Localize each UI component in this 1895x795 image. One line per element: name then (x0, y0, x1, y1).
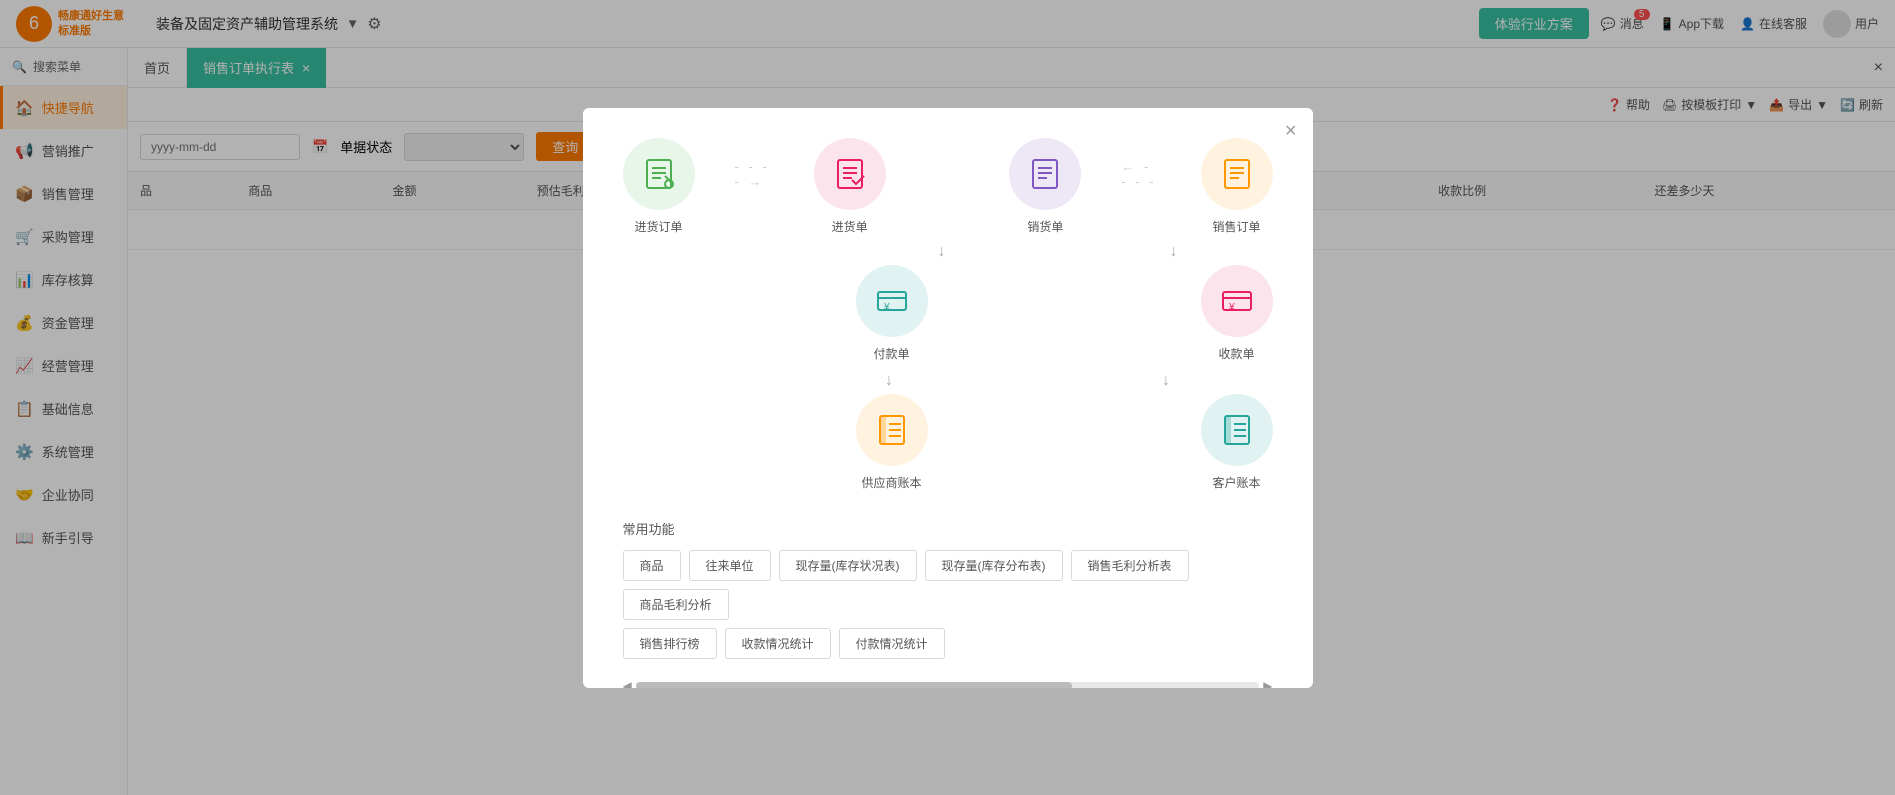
flow-node-supplier-ledger[interactable]: 供应商账本 (856, 394, 928, 491)
function-buttons-row-1: 商品 往来单位 现存量(库存状况表) 现存量(库存分布表) 销售毛利分析表 商品… (623, 550, 1273, 620)
func-btn-receipt-stats[interactable]: 收款情况统计 (725, 628, 831, 659)
receipt-circle: ¥ (1201, 265, 1273, 337)
v-arrow-receipt: ↓ (1130, 372, 1202, 390)
flow-node-receipt[interactable]: ¥ 收款单 (1201, 265, 1273, 362)
func-btn-stock-dist[interactable]: 现存量(库存分布表) (925, 550, 1063, 581)
func-btn-sales-ranking[interactable]: 销售排行榜 (623, 628, 717, 659)
sales-order-doc-label: 销售订单 (1212, 218, 1260, 235)
func-btn-counterpart[interactable]: 往来单位 (689, 550, 771, 581)
scroll-right-btn[interactable]: ▶ (1263, 679, 1272, 688)
arrow-1: - - - - → (735, 159, 774, 213)
flow-node-customer-ledger[interactable]: 客户账本 (1201, 394, 1273, 491)
modal-close-btn[interactable]: × (1285, 120, 1297, 143)
flow-node-sales-order-node[interactable]: 销货单 (1009, 138, 1081, 235)
func-btn-payment-stats[interactable]: 付款情况统计 (839, 628, 945, 659)
func-btn-sales-margin-analysis[interactable]: 销售毛利分析表 (1071, 550, 1189, 581)
vertical-arrows-row: ↓ ↓ (623, 243, 1273, 261)
purchase-receipt-circle (814, 138, 886, 210)
flow-row-2: ¥ 付款单 ¥ 收款单 (623, 265, 1273, 362)
sales-order-node-circle (1009, 138, 1081, 210)
common-functions-title: 常用功能 (623, 519, 1273, 538)
scrollbar-track (636, 682, 1260, 688)
supplier-ledger-circle (856, 394, 928, 466)
sales-order-node-label: 销货单 (1027, 218, 1063, 235)
purchase-receipt-label: 进货单 (832, 218, 868, 235)
scrollbar-thumb[interactable] (636, 682, 1072, 688)
svg-text:¥: ¥ (1228, 302, 1235, 313)
purchase-order-label: 进货订单 (634, 218, 682, 235)
v-arrow-purchase: ↓ (906, 243, 978, 261)
flow-row-3: 供应商账本 客户账本 (623, 394, 1273, 491)
purchase-order-circle (623, 138, 695, 210)
arrow-2: ← - - - - (1121, 159, 1160, 213)
svg-text:¥: ¥ (883, 302, 890, 313)
flow-node-payment[interactable]: ¥ 付款单 (856, 265, 928, 362)
common-functions-section: 常用功能 商品 往来单位 现存量(库存状况表) 现存量(库存分布表) 销售毛利分… (623, 519, 1273, 659)
payment-label: 付款单 (873, 345, 909, 362)
func-btn-product[interactable]: 商品 (623, 550, 681, 581)
function-buttons-row-2: 销售排行榜 收款情况统计 付款情况统计 (623, 628, 1273, 659)
vertical-arrows-row-2: ↓ ↓ (623, 372, 1273, 390)
modal-scrollbar: ◀ ▶ (623, 679, 1273, 688)
quick-nav-modal: × 进货订单 - - - - → (583, 108, 1313, 688)
flow-node-purchase-receipt[interactable]: 进货单 (814, 138, 886, 235)
flow-node-sales-order-doc[interactable]: 销售订单 (1201, 138, 1273, 235)
customer-ledger-circle (1201, 394, 1273, 466)
modal-overlay[interactable]: × 进货订单 - - - - → (0, 0, 1895, 795)
flow-row-1: 进货订单 - - - - → 进货单 (623, 138, 1273, 235)
v-arrow-payment: ↓ (853, 372, 925, 390)
supplier-ledger-label: 供应商账本 (861, 474, 921, 491)
func-btn-product-margin[interactable]: 商品毛利分析 (623, 589, 729, 620)
payment-circle: ¥ (856, 265, 928, 337)
customer-ledger-label: 客户账本 (1212, 474, 1260, 491)
receipt-label: 收款单 (1218, 345, 1254, 362)
flow-node-purchase-order[interactable]: 进货订单 (623, 138, 695, 235)
func-btn-stock-status[interactable]: 现存量(库存状况表) (779, 550, 917, 581)
sales-order-doc-circle (1201, 138, 1273, 210)
v-arrow-sales-node: ↓ (1138, 243, 1210, 261)
scroll-left-btn[interactable]: ◀ (623, 679, 632, 688)
flow-diagram: 进货订单 - - - - → 进货单 (623, 138, 1273, 499)
